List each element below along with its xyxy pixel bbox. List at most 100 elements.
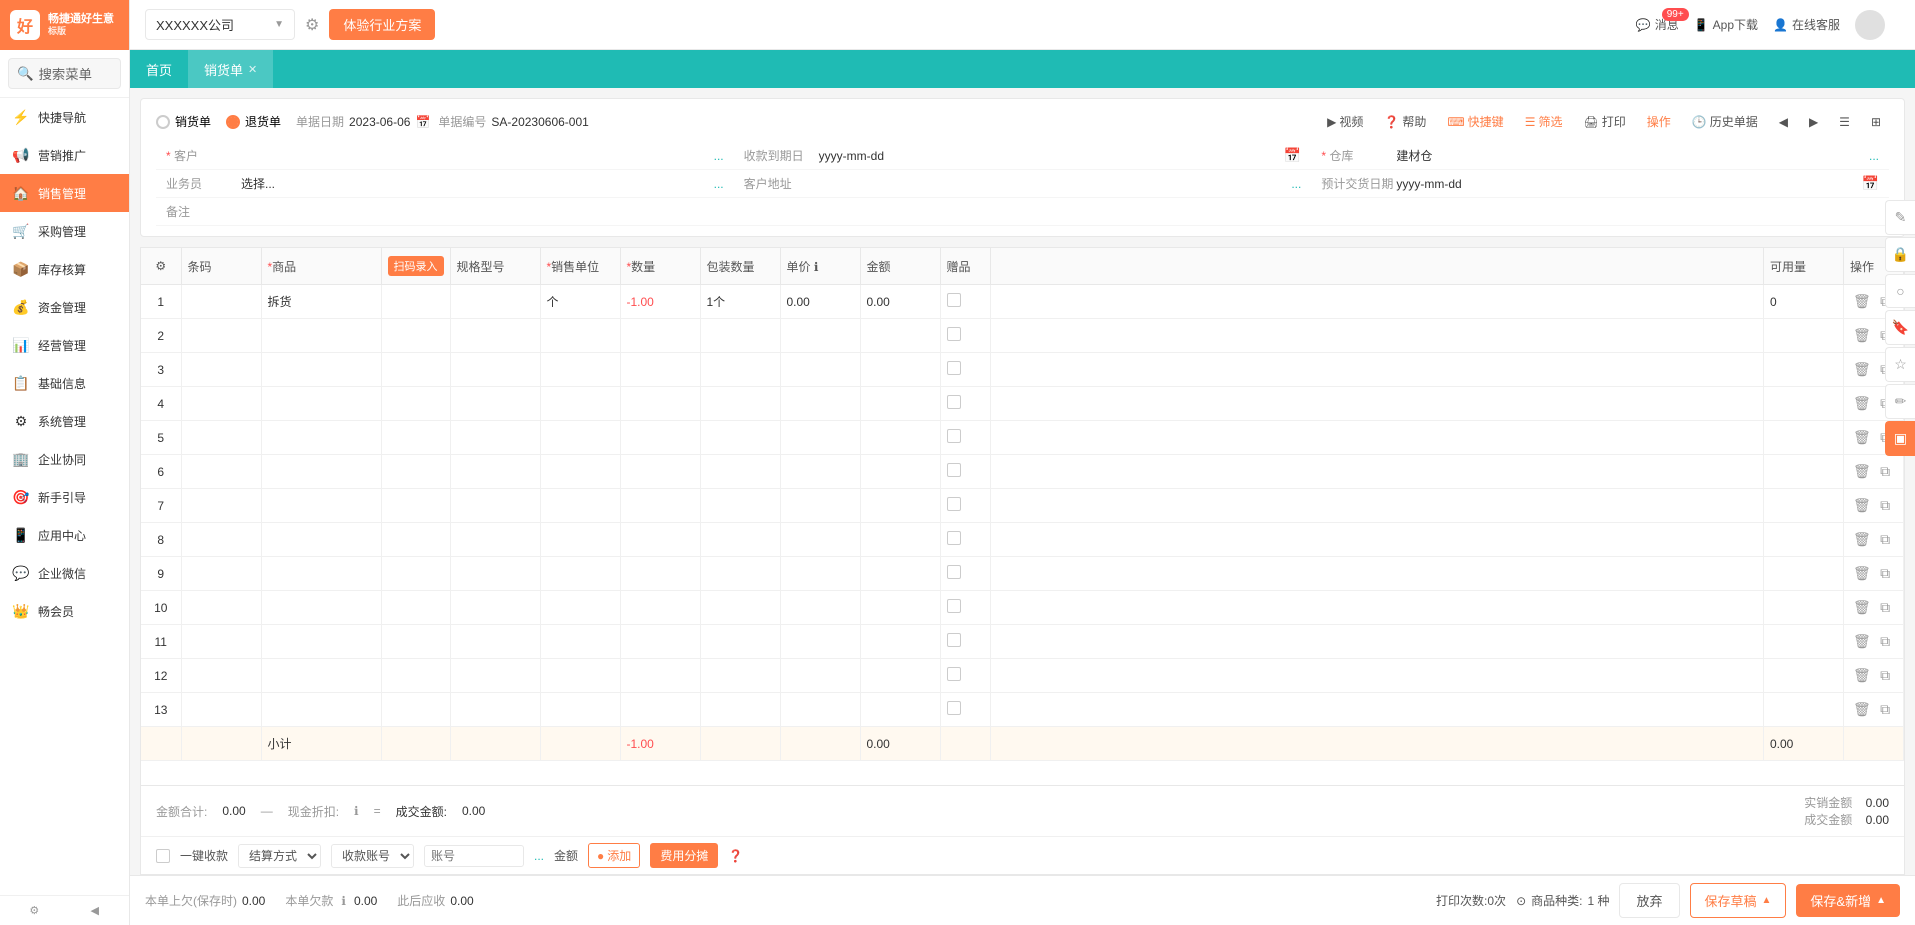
list-view-button[interactable]: ☰	[1831, 111, 1858, 133]
copy-row-icon[interactable]: ⧉	[1880, 463, 1890, 479]
delete-row-icon[interactable]: 🗑	[1853, 701, 1871, 717]
row-pkg-qty[interactable]	[700, 353, 780, 387]
due-date-input[interactable]: yyyy-mm-dd	[819, 149, 1279, 163]
sidebar-item-guide[interactable]: 🎯 新手引导	[0, 478, 129, 516]
row-gift[interactable]	[940, 319, 990, 353]
float-lock-button[interactable]: 🔒	[1885, 237, 1915, 272]
add-payment-button[interactable]: ● 添加	[588, 843, 640, 868]
sidebar-item-appstore[interactable]: 📱 应用中心	[0, 516, 129, 554]
sidebar-item-purchase[interactable]: 🛒 采购管理	[0, 212, 129, 250]
copy-row-icon[interactable]: ⧉	[1880, 633, 1890, 649]
company-selector[interactable]: XXXXXX公司 ▼	[145, 9, 295, 40]
gift-checkbox[interactable]	[947, 327, 961, 341]
save-new-button[interactable]: 保存&新增 ▲	[1796, 884, 1900, 917]
copy-row-icon[interactable]: ⧉	[1880, 497, 1890, 513]
row-unit[interactable]	[540, 319, 620, 353]
delete-row-icon[interactable]: 🗑	[1853, 667, 1871, 683]
row-barcode[interactable]	[181, 353, 261, 387]
delete-row-icon[interactable]: 🗑	[1853, 327, 1871, 343]
app-download-button[interactable]: 📱 App下载	[1694, 16, 1758, 33]
row-amount[interactable]: 0.00	[860, 285, 940, 319]
sidebar-item-system[interactable]: ⚙ 系统管理	[0, 402, 129, 440]
row-pkg-qty[interactable]: 1个	[700, 285, 780, 319]
row-price[interactable]: 0.00	[780, 285, 860, 319]
tab-sales-order[interactable]: 销货单 ✕	[188, 50, 273, 88]
due-date-calendar-icon[interactable]: 📅	[1284, 147, 1301, 164]
delete-row-icon[interactable]: 🗑	[1853, 463, 1871, 479]
collapse-button[interactable]: ◀	[69, 904, 122, 917]
expense-allocation-button[interactable]: 费用分摊	[650, 843, 718, 868]
payment-more-icon[interactable]: ...	[534, 849, 544, 863]
video-button[interactable]: ▶ 视频	[1319, 109, 1371, 134]
row-qty[interactable]	[620, 353, 700, 387]
row-product[interactable]: 拆货	[261, 285, 381, 319]
account-input[interactable]	[424, 845, 524, 867]
salesperson-more-icon[interactable]: ...	[714, 177, 724, 191]
payment-account-select[interactable]: 收款账号	[331, 844, 414, 868]
float-edit-button[interactable]: ✎	[1885, 200, 1915, 235]
help-button[interactable]: ❓ 帮助	[1376, 109, 1434, 134]
discount-help-icon[interactable]: ℹ	[354, 804, 359, 818]
customer-more-icon[interactable]: ...	[714, 149, 724, 163]
sidebar-item-inventory[interactable]: 📦 库存核算	[0, 250, 129, 288]
col-settings[interactable]: ⚙	[141, 248, 181, 285]
delete-row-icon[interactable]: 🗑	[1853, 497, 1871, 513]
delete-row-icon[interactable]: 🗑	[1853, 599, 1871, 615]
sidebar-item-basic[interactable]: 📋 基础信息	[0, 364, 129, 402]
float-bookmark-button[interactable]: 🔖	[1885, 310, 1915, 345]
float-circle-button[interactable]: ○	[1885, 274, 1915, 308]
row-amount[interactable]	[860, 319, 940, 353]
delete-row-icon[interactable]: 🗑	[1853, 361, 1871, 377]
delete-row-icon[interactable]: 🗑	[1853, 395, 1871, 411]
sidebar-item-enterprise[interactable]: 🏢 企业协同	[0, 440, 129, 478]
address-more-icon[interactable]: ...	[1291, 177, 1301, 191]
row-spec[interactable]	[450, 285, 540, 319]
row-barcode[interactable]	[181, 285, 261, 319]
row-gift[interactable]	[940, 353, 990, 387]
copy-row-icon[interactable]: ⧉	[1880, 667, 1890, 683]
date-calendar-icon[interactable]: 📅	[415, 115, 430, 129]
next-record-button[interactable]: ▶	[1801, 111, 1826, 133]
row-product[interactable]	[261, 319, 381, 353]
one-click-checkbox[interactable]	[156, 849, 170, 863]
delete-row-icon[interactable]: 🗑	[1853, 429, 1871, 445]
row-price[interactable]	[780, 319, 860, 353]
copy-row-icon[interactable]: ⧉	[1880, 531, 1890, 547]
history-button[interactable]: 🕒 历史单据	[1684, 109, 1766, 134]
abandon-button[interactable]: 放弃	[1619, 883, 1679, 918]
tab-home[interactable]: 首页	[130, 50, 188, 88]
trial-button[interactable]: 体验行业方案	[329, 9, 435, 40]
copy-row-icon[interactable]: ⧉	[1880, 701, 1890, 717]
sidebar-item-quick-nav[interactable]: ⚡ 快捷导航	[0, 98, 129, 136]
delete-row-icon[interactable]: 🗑	[1853, 293, 1871, 309]
copy-row-icon[interactable]: ⧉	[1880, 599, 1890, 615]
row-spec[interactable]	[450, 319, 540, 353]
save-draft-button[interactable]: 保存草稿 ▲	[1690, 883, 1787, 918]
row-spec[interactable]	[450, 353, 540, 387]
float-star-button[interactable]: ☆	[1885, 347, 1915, 382]
sidebar-item-capital[interactable]: 💰 资金管理	[0, 288, 129, 326]
radio-return-order[interactable]: 退货单	[226, 113, 281, 130]
row-barcode[interactable]	[181, 319, 261, 353]
radio-sales-order[interactable]: 销货单	[156, 113, 211, 130]
delete-row-icon[interactable]: 🗑	[1853, 565, 1871, 581]
float-orange-button[interactable]: ▣	[1885, 421, 1915, 456]
copy-row-icon[interactable]: ⧉	[1880, 565, 1890, 581]
row-gift[interactable]	[940, 285, 990, 319]
scan-button[interactable]: 扫码录入	[388, 256, 444, 276]
sidebar-item-operations[interactable]: 📊 经营管理	[0, 326, 129, 364]
salesperson-input[interactable]: 选择...	[241, 175, 709, 192]
row-amount[interactable]	[860, 353, 940, 387]
user-avatar[interactable]	[1855, 10, 1885, 40]
search-menu-button[interactable]: 🔍 搜索菜单	[8, 58, 121, 89]
row-unit[interactable]	[540, 353, 620, 387]
topbar-settings-icon[interactable]: ⚙	[305, 15, 319, 35]
row-product[interactable]	[261, 353, 381, 387]
online-service-button[interactable]: 👤 在线客服	[1773, 16, 1840, 33]
grid-view-button[interactable]: ⊞	[1863, 111, 1889, 133]
delivery-date-input[interactable]: yyyy-mm-dd	[1396, 177, 1856, 191]
sidebar-item-member[interactable]: 👑 畅会员	[0, 592, 129, 630]
row-qty[interactable]: -1.00	[620, 285, 700, 319]
row-pkg-qty[interactable]	[700, 319, 780, 353]
filter-button[interactable]: ☰ 筛选	[1517, 109, 1571, 134]
